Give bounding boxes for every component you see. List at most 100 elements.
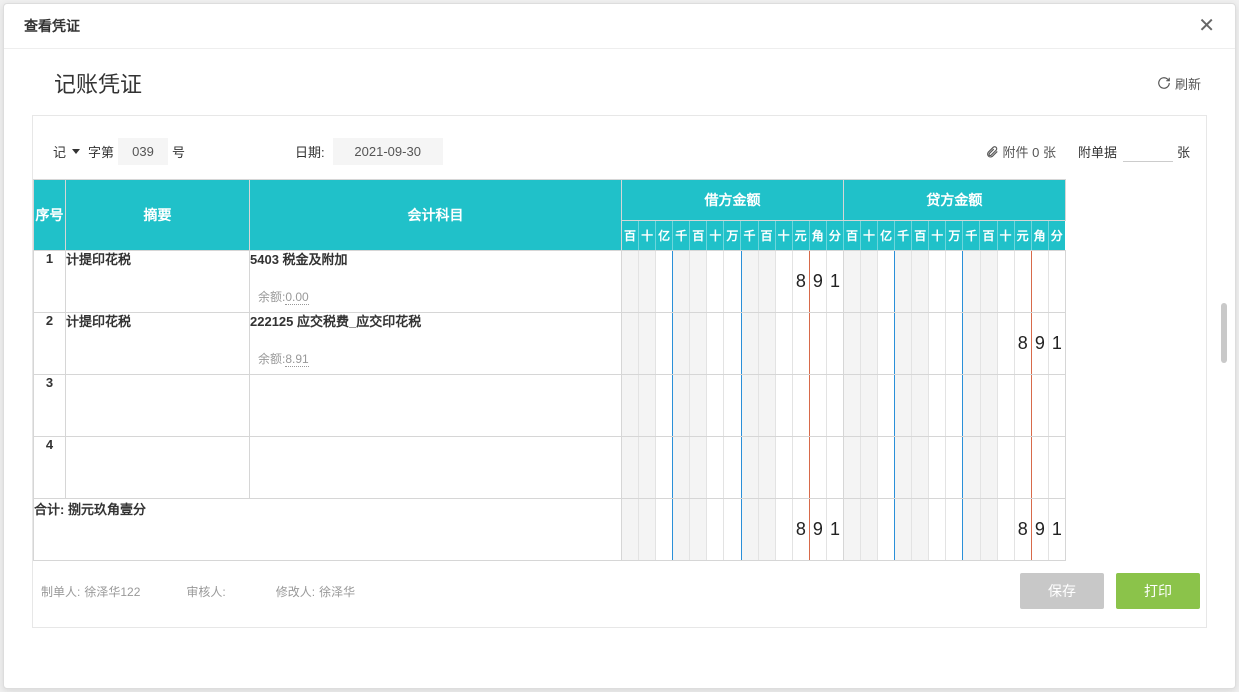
digit-cell — [793, 313, 810, 374]
digit-cell — [759, 437, 776, 498]
digit-cell: 9 — [810, 499, 827, 560]
refresh-button[interactable]: 刷新 — [1157, 74, 1201, 93]
digit-cell: 8 — [1015, 499, 1032, 560]
digit-cell — [759, 375, 776, 436]
action-buttons: 保存 打印 — [1020, 573, 1206, 609]
digit-cell — [639, 437, 656, 498]
row-account[interactable] — [250, 437, 622, 499]
th-debit: 借方金额 — [622, 180, 844, 221]
row-credit[interactable] — [843, 375, 1065, 437]
close-icon[interactable]: ✕ — [1198, 16, 1215, 36]
digit-cell — [895, 251, 912, 312]
digit-cell — [639, 499, 656, 560]
row-summary[interactable] — [66, 437, 250, 499]
digit-cell — [998, 437, 1015, 498]
row-summary[interactable] — [66, 375, 250, 437]
row-account[interactable]: 5403 税金及附加余额:0.00 — [250, 251, 622, 313]
row-summary[interactable]: 计提印花税 — [66, 251, 250, 313]
print-button[interactable]: 打印 — [1116, 573, 1200, 609]
attach2-input[interactable] — [1123, 142, 1173, 162]
row-summary[interactable]: 计提印花税 — [66, 313, 250, 375]
voucher-no-input[interactable] — [118, 138, 168, 165]
digit-cell — [673, 313, 690, 374]
modifier-info: 修改人: 徐泽华 — [276, 583, 355, 600]
page-title: 记账凭证 — [32, 67, 142, 99]
digit-cell — [810, 437, 827, 498]
digit-cell — [776, 437, 793, 498]
row-seq: 2 — [34, 313, 66, 375]
total-label: 合计: 捌元玖角壹分 — [34, 499, 622, 561]
digit-cell: 8 — [1015, 313, 1032, 374]
auditor-info: 审核人: — [186, 583, 229, 600]
modifier-label: 修改人: — [276, 583, 315, 600]
maker-info: 制单人: 徐泽华122 — [41, 583, 140, 600]
digit-cell — [912, 499, 929, 560]
digit-cell — [912, 251, 929, 312]
row-credit[interactable]: 891 — [843, 313, 1065, 375]
digit-cell — [776, 375, 793, 436]
save-button[interactable]: 保存 — [1020, 573, 1104, 609]
digit-cell — [1015, 251, 1032, 312]
digit-cell — [724, 499, 741, 560]
foot-row: 制单人: 徐泽华122 审核人: 修改人: 徐泽华 保存 打印 — [33, 561, 1206, 609]
digit-cell — [895, 437, 912, 498]
digit-cell — [707, 437, 724, 498]
row-seq: 1 — [34, 251, 66, 313]
attachment-count[interactable]: 附件 0 张 — [985, 142, 1056, 161]
digit-cell — [742, 251, 759, 312]
digit-cell — [690, 313, 707, 374]
row-credit[interactable] — [843, 251, 1065, 313]
table-row: 2计提印花税222125 应交税费_应交印花税余额:8.91 891 — [34, 313, 1066, 375]
digit-cell — [878, 375, 895, 436]
digit-cell — [776, 251, 793, 312]
digit-cell — [690, 437, 707, 498]
date-input[interactable] — [333, 138, 443, 165]
digit-cell — [724, 437, 741, 498]
digit-cell — [742, 499, 759, 560]
digit-cell — [827, 375, 843, 436]
digit-cell — [793, 375, 810, 436]
row-account[interactable] — [250, 375, 622, 437]
digit-cell — [844, 499, 861, 560]
voucher-type-select[interactable]: 记 — [53, 142, 80, 161]
digit-cell — [622, 437, 639, 498]
refresh-icon — [1157, 76, 1171, 90]
digit-cell — [946, 499, 963, 560]
th-account: 会计科目 — [250, 180, 622, 251]
digit-cell — [707, 375, 724, 436]
digit-cell — [707, 251, 724, 312]
voucher-table: 序号 摘要 会计科目 借方金额 贷方金额 百十亿千百十万千百十元角分百十亿千百十… — [33, 179, 1066, 561]
digit-cell — [895, 375, 912, 436]
digit-cell — [673, 499, 690, 560]
digit-cell — [963, 251, 980, 312]
digit-cell — [895, 313, 912, 374]
digit-unit-角: 角 — [809, 221, 826, 251]
row-debit[interactable] — [622, 437, 844, 499]
digit-cell — [656, 499, 673, 560]
digit-unit-百: 百 — [843, 221, 860, 251]
digit-cell — [1032, 375, 1049, 436]
digit-cell — [742, 437, 759, 498]
row-debit[interactable]: 891 — [622, 251, 844, 313]
digit-cell — [998, 251, 1015, 312]
digit-unit-百: 百 — [622, 221, 639, 251]
digit-cell — [759, 499, 776, 560]
row-account[interactable]: 222125 应交税费_应交印花税余额:8.91 — [250, 313, 622, 375]
total-credit[interactable]: 891 — [843, 499, 1065, 561]
row-credit[interactable] — [843, 437, 1065, 499]
digit-unit-万: 万 — [946, 221, 963, 251]
body-head: 记账凭证 刷新 — [32, 49, 1207, 107]
digit-cell — [844, 313, 861, 374]
digit-cell — [622, 375, 639, 436]
total-debit[interactable]: 891 — [622, 499, 844, 561]
digit-cell — [707, 313, 724, 374]
attach2-suffix: 张 — [1177, 142, 1190, 161]
auditor-label: 审核人: — [186, 583, 225, 600]
scrollbar-thumb[interactable] — [1221, 303, 1227, 363]
row-debit[interactable] — [622, 375, 844, 437]
digit-cell — [861, 251, 878, 312]
voucher-modal: 查看凭证 ✕ 记账凭证 刷新 记 字第 号 日期: — [3, 3, 1236, 689]
row-debit[interactable] — [622, 313, 844, 375]
digit-cell — [844, 251, 861, 312]
digit-cell — [878, 251, 895, 312]
